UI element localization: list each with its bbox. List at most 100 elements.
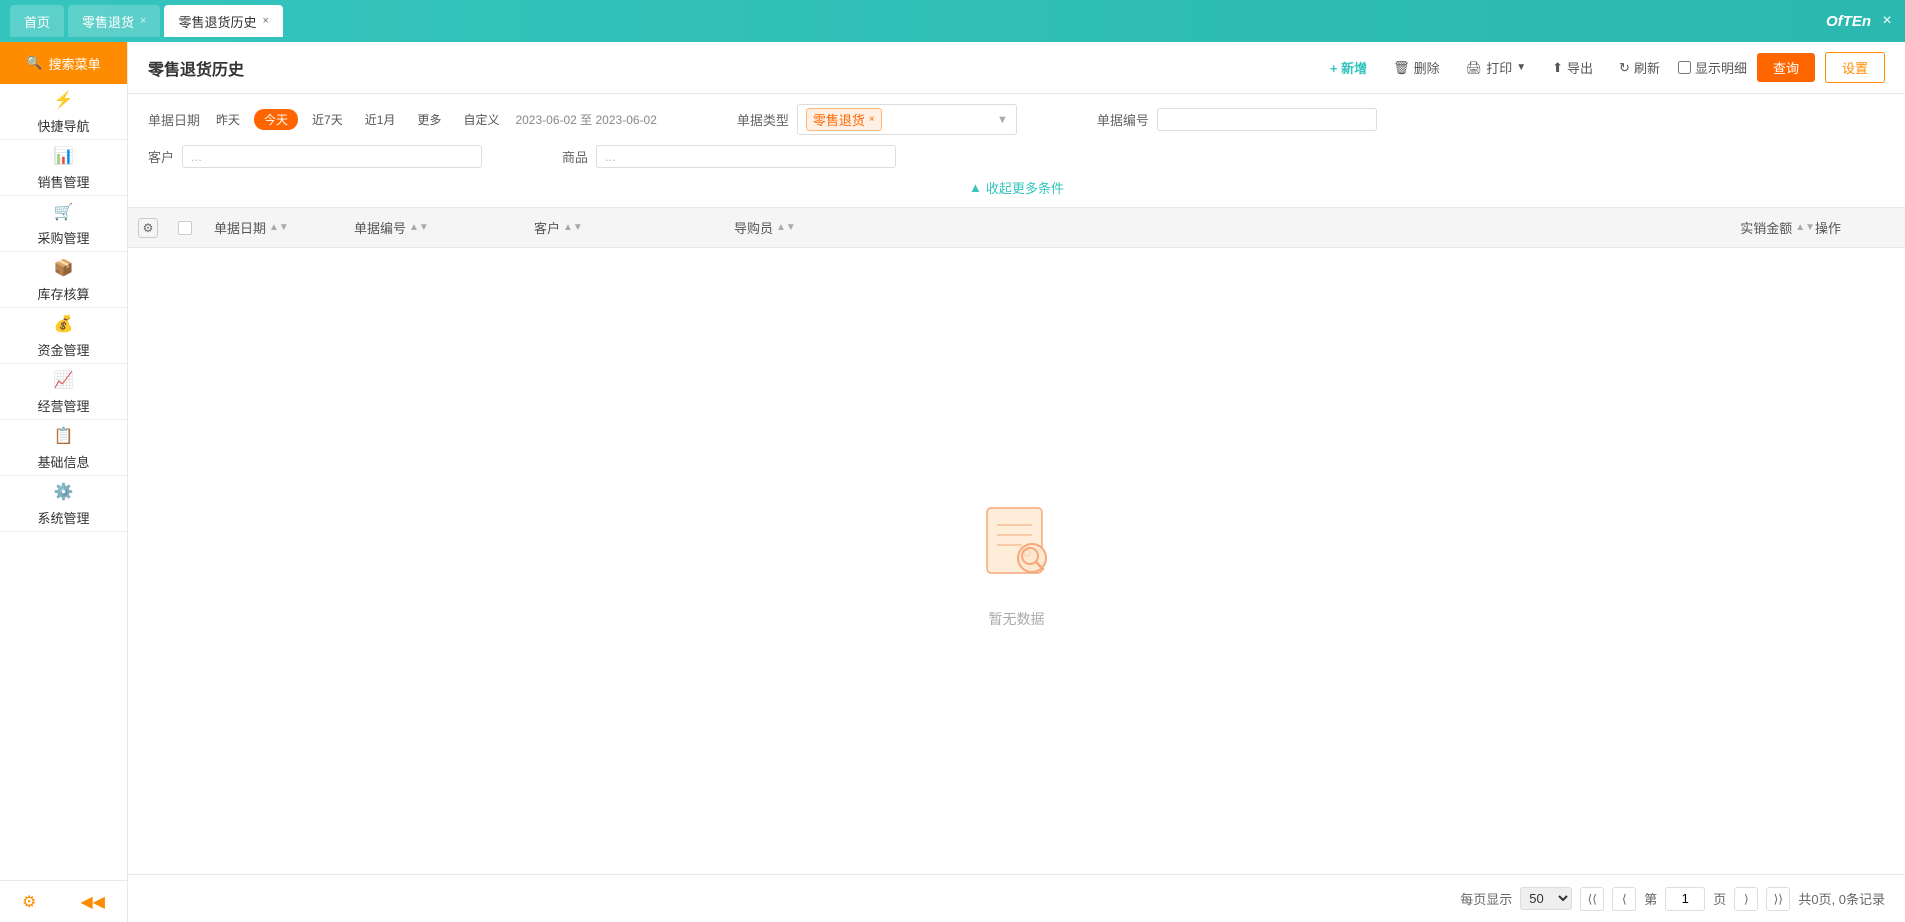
th-guide-label: 导购员 — [734, 218, 773, 237]
sidebar-audio-btn[interactable]: ◀◀ — [80, 892, 105, 912]
type-select[interactable]: 零售退货 × ▼ — [797, 104, 1017, 135]
export-icon: ⬆ — [1552, 60, 1563, 76]
filter-row-1: 单据日期 昨天 今天 近7天 近1月 更多 自定义 2023-06-02 至 2… — [148, 104, 1885, 135]
prev-page-btn[interactable]: ⟨ — [1612, 887, 1636, 911]
search-menu-label: 搜索菜单 — [49, 54, 101, 73]
sidebar-item-quick-nav[interactable]: ⚡ 快捷导航 — [0, 84, 127, 140]
tab-home[interactable]: 首页 — [10, 5, 64, 37]
th-customer: 客户 ▲▼ — [534, 218, 734, 237]
page-unit-label: 页 — [1713, 889, 1726, 908]
filter-type-item: 单据类型 零售退货 × ▼ — [737, 104, 1017, 135]
refresh-btn[interactable]: ↻ 刷新 — [1611, 54, 1668, 81]
filter-customer-item: 客户 ... — [148, 145, 482, 168]
first-page-btn[interactable]: ⟨⟨ — [1580, 887, 1604, 911]
sidebar-nav: ⚡ 快捷导航 📊 销售管理 🛒 采购管理 📦 库存核算 💰 资金管理 📈 — [0, 84, 127, 880]
type-tag: 零售退货 × — [806, 108, 882, 131]
next-page-btn[interactable]: ⟩ — [1734, 887, 1758, 911]
delete-btn[interactable]: 🗑 删除 — [1385, 54, 1448, 81]
content-area: 零售退货历史 + 新增 🗑 删除 🖨 打印 ▼ ⬆ 导出 ↻ — [128, 42, 1905, 922]
sidebar-item-finance-label: 资金管理 — [37, 340, 89, 359]
type-filter-label: 单据类型 — [737, 110, 789, 129]
date-options: 昨天 今天 近7天 近1月 更多 自定义 — [208, 109, 507, 130]
window-close-btn[interactable]: × — [1879, 13, 1895, 29]
page-header: 零售退货历史 + 新增 🗑 删除 🖨 打印 ▼ ⬆ 导出 ↻ — [128, 42, 1905, 94]
sidebar-item-system[interactable]: ⚙️ 系统管理 — [0, 476, 127, 532]
filter-row-2: 客户 ... 商品 ... — [148, 145, 1885, 168]
goods-select[interactable]: ... — [596, 145, 896, 168]
print-btn[interactable]: 🖨 打印 ▼ — [1458, 54, 1534, 81]
topbar-right: OfTEn × — [1826, 13, 1895, 30]
page-prefix-label: 第 — [1644, 889, 1657, 908]
last-page-btn[interactable]: ⟩⟩ — [1766, 887, 1790, 911]
sidebar-item-sales-label: 销售管理 — [37, 172, 89, 191]
purchase-icon: 🛒 — [52, 200, 76, 224]
search-icon: 🔍 — [26, 55, 42, 71]
th-amount-label: 实销金额 — [1740, 218, 1792, 237]
inventory-icon: 📦 — [52, 256, 76, 280]
collapse-label: 收起更多条件 — [986, 178, 1064, 197]
th-number: 单据编号 ▲▼ — [354, 218, 534, 237]
sidebar-item-quick-nav-label: 快捷导航 — [37, 116, 89, 135]
sidebar-item-sales[interactable]: 📊 销售管理 — [0, 140, 127, 196]
customer-sort-icon[interactable]: ▲▼ — [563, 223, 583, 233]
sidebar-item-inventory[interactable]: 📦 库存核算 — [0, 252, 127, 308]
date-month-btn[interactable]: 近1月 — [357, 109, 404, 130]
tab-retail-return-history[interactable]: 零售退货历史 × — [164, 5, 282, 37]
customer-select[interactable]: ... — [182, 145, 482, 168]
export-btn[interactable]: ⬆ 导出 — [1544, 54, 1601, 81]
customer-filter-label: 客户 — [148, 147, 174, 166]
refresh-icon: ↻ — [1619, 60, 1630, 76]
sidebar-item-operations-label: 经营管理 — [37, 396, 89, 415]
query-btn[interactable]: 查询 — [1757, 53, 1815, 82]
collapse-bar[interactable]: ▲ 收起更多条件 — [148, 178, 1885, 197]
new-btn[interactable]: + 新增 — [1322, 54, 1375, 81]
guide-sort-icon[interactable]: ▲▼ — [776, 223, 796, 233]
filter-area: 单据日期 昨天 今天 近7天 近1月 更多 自定义 2023-06-02 至 2… — [128, 94, 1905, 208]
number-input[interactable] — [1157, 108, 1377, 131]
date-yesterday-btn[interactable]: 昨天 — [208, 109, 248, 130]
tab-retail-return-close[interactable]: × — [140, 15, 146, 27]
tab-retail-return[interactable]: 零售退货 × — [68, 5, 160, 37]
per-page-label: 每页显示 — [1460, 889, 1512, 908]
sidebar-item-basic-info[interactable]: 📋 基础信息 — [0, 420, 127, 476]
date-sort-icon[interactable]: ▲▼ — [269, 223, 289, 233]
per-page-select[interactable]: 50 10 20 100 — [1520, 887, 1572, 910]
number-sort-icon[interactable]: ▲▼ — [409, 223, 429, 233]
print-arrow-icon: ▼ — [1516, 62, 1526, 73]
sales-icon: 📊 — [52, 144, 76, 168]
brand-text: OfTEn — [1826, 13, 1871, 30]
sidebar-settings-btn[interactable]: ⚙ — [22, 892, 36, 912]
type-tag-text: 零售退货 — [813, 110, 865, 129]
tab-retail-return-history-close[interactable]: × — [262, 15, 268, 27]
empty-state-illustration — [967, 493, 1067, 593]
header-actions: + 新增 🗑 删除 🖨 打印 ▼ ⬆ 导出 ↻ 刷新 — [1322, 52, 1885, 83]
date-today-btn[interactable]: 今天 — [254, 109, 298, 130]
sidebar-item-operations[interactable]: 📈 经营管理 — [0, 364, 127, 420]
sidebar-item-finance[interactable]: 💰 资金管理 — [0, 308, 127, 364]
total-records-text: 共0页, 0条记录 — [1798, 889, 1885, 908]
page-number-input[interactable] — [1665, 887, 1705, 911]
date-custom-btn[interactable]: 自定义 — [455, 109, 507, 130]
system-icon: ⚙️ — [52, 480, 76, 504]
display-switch-checkbox[interactable] — [1678, 61, 1691, 74]
settings-btn[interactable]: 设置 — [1825, 52, 1885, 83]
amount-sort-icon[interactable]: ▲▼ — [1795, 223, 1815, 233]
sidebar-bottom: ⚙ ◀◀ — [0, 880, 127, 922]
column-settings-btn[interactable]: ⚙ — [138, 218, 158, 238]
search-menu-btn[interactable]: 🔍 搜索菜单 — [0, 42, 127, 84]
date-more-btn[interactable]: 更多 — [409, 109, 449, 130]
operations-icon: 📈 — [52, 368, 76, 392]
date-week-btn[interactable]: 近7天 — [304, 109, 351, 130]
select-all-checkbox[interactable] — [178, 221, 192, 235]
delete-icon: 🗑 — [1393, 60, 1410, 76]
th-number-label: 单据编号 — [354, 218, 406, 237]
number-filter-label: 单据编号 — [1097, 110, 1149, 129]
sidebar-item-purchase[interactable]: 🛒 采购管理 — [0, 196, 127, 252]
table-header: ⚙ 单据日期 ▲▼ 单据编号 ▲▼ 客户 ▲▼ 导购员 — [128, 208, 1905, 248]
display-switch[interactable]: 显示明细 — [1678, 58, 1747, 77]
export-label: 导出 — [1567, 58, 1593, 77]
filter-goods-item: 商品 ... — [562, 145, 896, 168]
type-tag-remove[interactable]: × — [869, 114, 875, 125]
basic-info-icon: 📋 — [52, 424, 76, 448]
th-amount: 实销金额 ▲▼ — [1695, 218, 1815, 237]
